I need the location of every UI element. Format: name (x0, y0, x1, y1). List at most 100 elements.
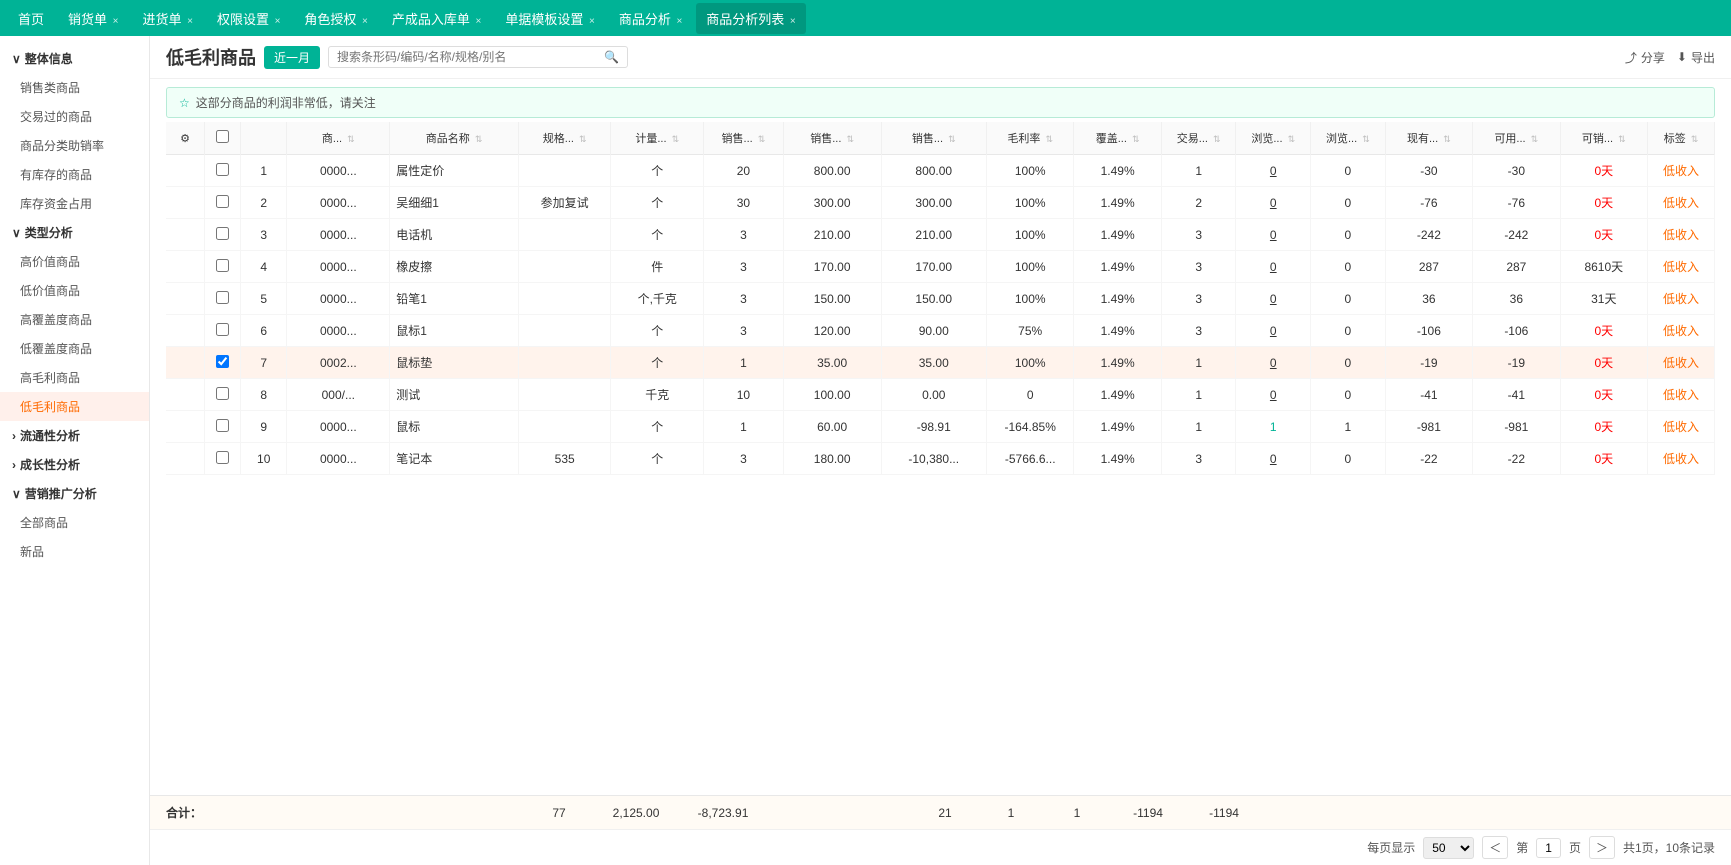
cell-checkbox[interactable] (205, 443, 241, 475)
cell-browse1[interactable]: 0 (1236, 347, 1311, 379)
nav-goods-analysis-close[interactable]: × (676, 16, 682, 27)
sidebar-item-all-goods[interactable]: 全部商品 (0, 508, 149, 537)
row-checkbox-0[interactable] (216, 163, 229, 176)
sidebar-item-stocked-goods[interactable]: 有库存的商品 (0, 160, 149, 189)
nav-roles[interactable]: 角色授权 × (294, 3, 377, 34)
th-spec[interactable]: 规格... ⇅ (518, 122, 611, 155)
nav-roles-close[interactable]: × (362, 16, 368, 27)
cell-checkbox[interactable] (205, 347, 241, 379)
nav-products-close[interactable]: × (476, 16, 482, 27)
th-code[interactable]: 商... ⇅ (287, 122, 390, 155)
sidebar-item-low-gross[interactable]: 低毛利商品 (0, 392, 149, 421)
cell-spec (518, 379, 611, 411)
row-checkbox-1[interactable] (216, 195, 229, 208)
th-available[interactable]: 可用... ⇅ (1473, 122, 1560, 155)
share-button[interactable]: ⤴ 分享 (1625, 49, 1665, 66)
cell-checkbox[interactable] (205, 411, 241, 443)
sidebar-item-sales-goods[interactable]: 销售类商品 (0, 73, 149, 102)
cell-checkbox[interactable] (205, 315, 241, 347)
sidebar-group-marketing[interactable]: ∨ 营销推广分析 (0, 479, 149, 508)
th-sale-qty[interactable]: 销售... ⇅ (704, 122, 784, 155)
nav-home[interactable]: 首页 (8, 3, 54, 34)
cell-checkbox[interactable] (205, 187, 241, 219)
nav-sales-close[interactable]: × (113, 16, 119, 27)
sidebar-item-high-gross[interactable]: 高毛利商品 (0, 363, 149, 392)
row-checkbox-8[interactable] (216, 419, 229, 432)
sidebar-item-low-value[interactable]: 低价值商品 (0, 276, 149, 305)
sidebar-item-category-rate[interactable]: 商品分类助销率 (0, 131, 149, 160)
nav-sales[interactable]: 销货单 × (58, 3, 128, 34)
sidebar-group-overall[interactable]: ∨ 整体信息 (0, 44, 149, 73)
search-input[interactable] (337, 50, 600, 64)
row-checkbox-2[interactable] (216, 227, 229, 240)
th-trade[interactable]: 交易... ⇅ (1161, 122, 1236, 155)
th-sale-profit[interactable]: 销售... ⇅ (881, 122, 986, 155)
cell-checkbox[interactable] (205, 251, 241, 283)
nav-goods-analysis-list[interactable]: 商品分析列表 × (696, 3, 805, 34)
cell-available: -30 (1473, 155, 1560, 187)
sidebar-item-capital[interactable]: 库存资金占用 (0, 189, 149, 218)
cell-checkbox[interactable] (205, 379, 241, 411)
th-saleable[interactable]: 可销... ⇅ (1560, 122, 1647, 155)
sidebar-item-new-goods[interactable]: 新品 (0, 537, 149, 566)
row-checkbox-7[interactable] (216, 387, 229, 400)
sidebar-item-traded-goods[interactable]: 交易过的商品 (0, 102, 149, 131)
search-box[interactable]: 🔍 (328, 46, 628, 68)
nav-purchase-close[interactable]: × (187, 16, 193, 27)
row-checkbox-6[interactable] (216, 355, 229, 368)
nav-templates[interactable]: 单据模板设置 × (495, 3, 604, 34)
th-unit[interactable]: 计量... ⇅ (611, 122, 704, 155)
cell-checkbox[interactable] (205, 219, 241, 251)
row-checkbox-5[interactable] (216, 323, 229, 336)
th-checkbox[interactable] (205, 122, 241, 155)
per-page-select[interactable]: 50 100 200 (1423, 837, 1474, 859)
sidebar-group-flow[interactable]: › 流通性分析 (0, 421, 149, 450)
select-all-checkbox[interactable] (216, 130, 229, 143)
th-gear[interactable]: ⚙ (166, 122, 205, 155)
cell-browse1[interactable]: 0 (1236, 187, 1311, 219)
cell-checkbox[interactable] (205, 283, 241, 315)
cell-browse1[interactable]: 0 (1236, 379, 1311, 411)
cell-trade: 3 (1161, 251, 1236, 283)
th-sale-amt[interactable]: 销售... ⇅ (783, 122, 881, 155)
th-browse2[interactable]: 浏览... ⇅ (1311, 122, 1386, 155)
cell-browse1[interactable]: 0 (1236, 155, 1311, 187)
filter-recent-month-button[interactable]: 近一月 (264, 46, 320, 69)
sidebar-item-low-coverage[interactable]: 低覆盖度商品 (0, 334, 149, 363)
cell-tag: 低收入 (1648, 443, 1715, 475)
export-button[interactable]: ⬇ 导出 (1677, 49, 1715, 66)
row-checkbox-3[interactable] (216, 259, 229, 272)
row-checkbox-9[interactable] (216, 451, 229, 464)
sidebar-group-type[interactable]: ∨ 类型分析 (0, 218, 149, 247)
prev-page-button[interactable]: ＜ (1482, 836, 1508, 859)
th-browse1[interactable]: 浏览... ⇅ (1236, 122, 1311, 155)
nav-goods-analysis-list-close[interactable]: × (790, 16, 796, 27)
row-checkbox-4[interactable] (216, 291, 229, 304)
cell-checkbox[interactable] (205, 155, 241, 187)
th-current[interactable]: 现有... ⇅ (1385, 122, 1472, 155)
cell-tag: 低收入 (1648, 315, 1715, 347)
nav-purchase[interactable]: 进货单 × (132, 3, 202, 34)
cell-code: 0000... (287, 443, 390, 475)
nav-templates-close[interactable]: × (589, 16, 595, 27)
sidebar-item-high-coverage[interactable]: 高覆盖度商品 (0, 305, 149, 334)
search-icon[interactable]: 🔍 (604, 50, 619, 64)
cell-browse1[interactable]: 0 (1236, 219, 1311, 251)
th-cover[interactable]: 覆盖... ⇅ (1074, 122, 1161, 155)
th-name[interactable]: 商品名称 ⇅ (390, 122, 519, 155)
sidebar-group-growth[interactable]: › 成长性分析 (0, 450, 149, 479)
nav-goods-analysis[interactable]: 商品分析 × (609, 3, 692, 34)
th-tag[interactable]: 标签 ⇅ (1648, 122, 1715, 155)
nav-products[interactable]: 产成品入库单 × (382, 3, 491, 34)
th-gross-rate[interactable]: 毛利率 ⇅ (986, 122, 1073, 155)
cell-browse1[interactable]: 0 (1236, 443, 1311, 475)
cell-current: -41 (1385, 379, 1472, 411)
sidebar-item-high-value[interactable]: 高价值商品 (0, 247, 149, 276)
cell-browse1[interactable]: 0 (1236, 283, 1311, 315)
cell-browse1[interactable]: 0 (1236, 251, 1311, 283)
nav-permissions-close[interactable]: × (275, 16, 281, 27)
notice-icon: ☆ (179, 96, 190, 110)
next-page-button[interactable]: ＞ (1589, 836, 1615, 859)
nav-permissions[interactable]: 权限设置 × (207, 3, 290, 34)
cell-browse1[interactable]: 0 (1236, 315, 1311, 347)
